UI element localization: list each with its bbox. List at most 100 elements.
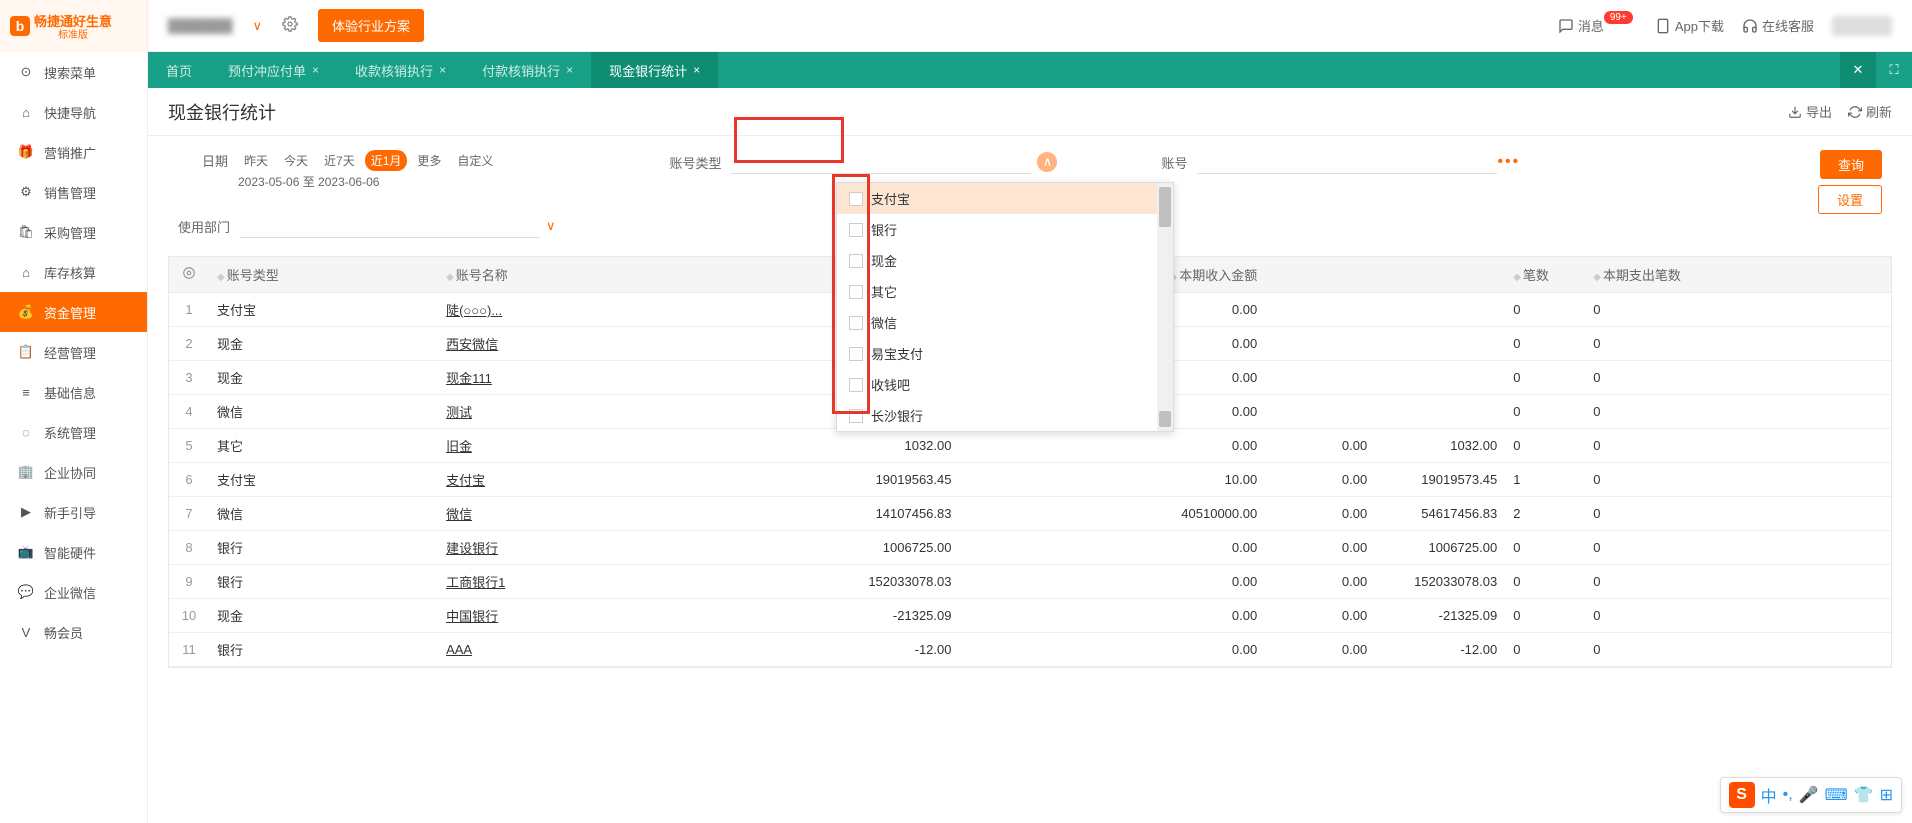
tab-close-all-icon[interactable]: ✕ [1840,52,1876,88]
dropdown-checkbox[interactable] [849,254,863,268]
ime-mic-icon[interactable]: 🎤 [1799,785,1819,805]
ime-mode[interactable]: 中 [1761,783,1777,807]
dropdown-item-4[interactable]: 微信 [837,307,1173,338]
tab-close-icon[interactable]: × [439,63,446,77]
th-account-name[interactable]: ◆账号名称 [438,257,667,293]
dropdown-item-2[interactable]: 现金 [837,245,1173,276]
ime-skin-icon[interactable]: 👕 [1854,785,1874,805]
sidebar-item-2[interactable]: 🎁营销推广 [0,132,147,172]
cell-type: 现金 [209,361,438,395]
dropdown-item-0[interactable]: 支付宝 [837,183,1173,214]
page-header: 现金银行统计 导出 刷新 [148,88,1912,136]
cell-name-link[interactable]: 陡(○○○)... [438,293,667,327]
ime-logo-icon[interactable]: S [1729,782,1755,808]
export-button[interactable]: 导出 [1788,102,1832,121]
sidebar-item-10[interactable]: 🏢企业协同 [0,452,147,492]
sidebar-item-9[interactable]: ◌系统管理 [0,412,147,452]
dropdown-checkbox[interactable] [849,192,863,206]
tab-1[interactable]: 预付冲应付单× [210,52,337,88]
sidebar-item-6[interactable]: 💰资金管理 [0,292,147,332]
app-download-link[interactable]: App下载 [1655,16,1724,35]
tab-0[interactable]: 首页 [148,52,210,88]
promo-button[interactable]: 体验行业方案 [318,9,424,42]
table-settings-icon[interactable] [169,257,209,293]
query-button[interactable]: 查询 [1820,150,1882,179]
cell-name-link[interactable]: 测试 [438,395,667,429]
sidebar-item-12[interactable]: 📺智能硬件 [0,532,147,572]
ime-punct-icon[interactable]: •, [1783,786,1793,804]
tab-expand-icon[interactable]: ⛶ [1876,52,1912,88]
cell-name-link[interactable]: 工商银行1 [438,565,667,599]
dropdown-checkbox[interactable] [849,223,863,237]
settings-icon[interactable] [282,16,298,35]
dropdown-item-6[interactable]: 收钱吧 [837,369,1173,400]
dropdown-checkbox[interactable] [849,378,863,392]
cell-name-link[interactable]: 中国银行 [438,599,667,633]
cell-name-link[interactable]: 现金111 [438,361,667,395]
cell-name-link[interactable]: 建设银行 [438,531,667,565]
tab-4[interactable]: 现金银行统计× [591,52,718,88]
dropdown-item-7[interactable]: 长沙银行 [837,400,1173,431]
cell-name-link[interactable]: 西安微信 [438,327,667,361]
sidebar-item-8[interactable]: ≡基础信息 [0,372,147,412]
cell-name-link[interactable]: 旧金 [438,429,667,463]
app-download-label: App下载 [1675,16,1724,35]
dropdown-item-5[interactable]: 易宝支付 [837,338,1173,369]
account-type-input[interactable] [731,150,1031,174]
date-option-4[interactable]: 更多 [411,150,447,171]
date-option-3[interactable]: 近1月 [365,150,408,171]
user-avatar[interactable] [1832,16,1892,36]
dropdown-checkbox[interactable] [849,316,863,330]
chevron-down-icon[interactable]: ∨ [546,218,556,234]
sidebar-item-0[interactable]: ⊙搜索菜单 [0,52,147,92]
date-option-0[interactable]: 昨天 [238,150,274,171]
collapse-toggle-icon[interactable]: ∧ [1037,152,1057,172]
dropdown-item-label: 长沙银行 [871,406,923,425]
more-filters-icon[interactable]: ••• [1497,153,1520,171]
scrollbar-thumb-bottom[interactable] [1159,411,1171,427]
dropdown-scrollbar[interactable] [1157,183,1173,431]
support-link[interactable]: 在线客服 [1742,16,1814,35]
date-option-1[interactable]: 今天 [278,150,314,171]
dropdown-checkbox[interactable] [849,409,863,423]
refresh-button[interactable]: 刷新 [1848,102,1892,121]
date-option-2[interactable]: 近7天 [318,150,361,171]
messages-link[interactable]: 消息 99+ [1558,16,1637,35]
sidebar-item-11[interactable]: ▶新手引导 [0,492,147,532]
scrollbar-thumb-top[interactable] [1159,187,1171,227]
ime-toolbox-icon[interactable]: ⊞ [1880,785,1893,805]
filter-settings-button[interactable]: 设置 [1818,185,1882,214]
sidebar-item-5[interactable]: ⌂库存核算 [0,252,147,292]
cell-name-link[interactable]: 微信 [438,497,667,531]
sidebar-item-1[interactable]: ⌂快捷导航 [0,92,147,132]
th-expense-count[interactable]: ◆本期支出笔数 [1585,257,1891,293]
th-count[interactable]: ◆笔数 [1505,257,1585,293]
dropdown-item-1[interactable]: 银行 [837,214,1173,245]
sidebar-item-4[interactable]: 🛍采购管理 [0,212,147,252]
tab-close-icon[interactable]: × [566,63,573,77]
tab-3[interactable]: 付款核销执行× [464,52,591,88]
cell-name-link[interactable]: 支付宝 [438,463,667,497]
dept-input[interactable] [240,214,540,238]
sidebar-item-7[interactable]: 📋经营管理 [0,332,147,372]
dropdown-item-label: 收钱吧 [871,375,910,394]
org-dropdown-icon[interactable]: ∨ [252,18,262,34]
tab-2[interactable]: 收款核销执行× [337,52,464,88]
cell-name-link[interactable]: AAA [438,633,667,667]
org-name[interactable]: ███████ [168,18,232,33]
th-col5[interactable] [1265,257,1375,293]
dropdown-checkbox[interactable] [849,347,863,361]
sidebar-item-13[interactable]: 💬企业微信 [0,572,147,612]
cell-income: 0.00 [959,599,1265,633]
tab-close-icon[interactable]: × [312,63,319,77]
th-col6[interactable] [1375,257,1505,293]
ime-keyboard-icon[interactable]: ⌨ [1825,785,1848,805]
date-option-5[interactable]: 自定义 [451,150,499,171]
sidebar-item-3[interactable]: ⚙销售管理 [0,172,147,212]
dropdown-checkbox[interactable] [849,285,863,299]
th-account-type[interactable]: ◆账号类型 [209,257,438,293]
dropdown-item-3[interactable]: 其它 [837,276,1173,307]
sidebar-item-14[interactable]: V畅会员 [0,612,147,652]
account-input[interactable] [1197,150,1497,174]
tab-close-icon[interactable]: × [693,63,700,77]
